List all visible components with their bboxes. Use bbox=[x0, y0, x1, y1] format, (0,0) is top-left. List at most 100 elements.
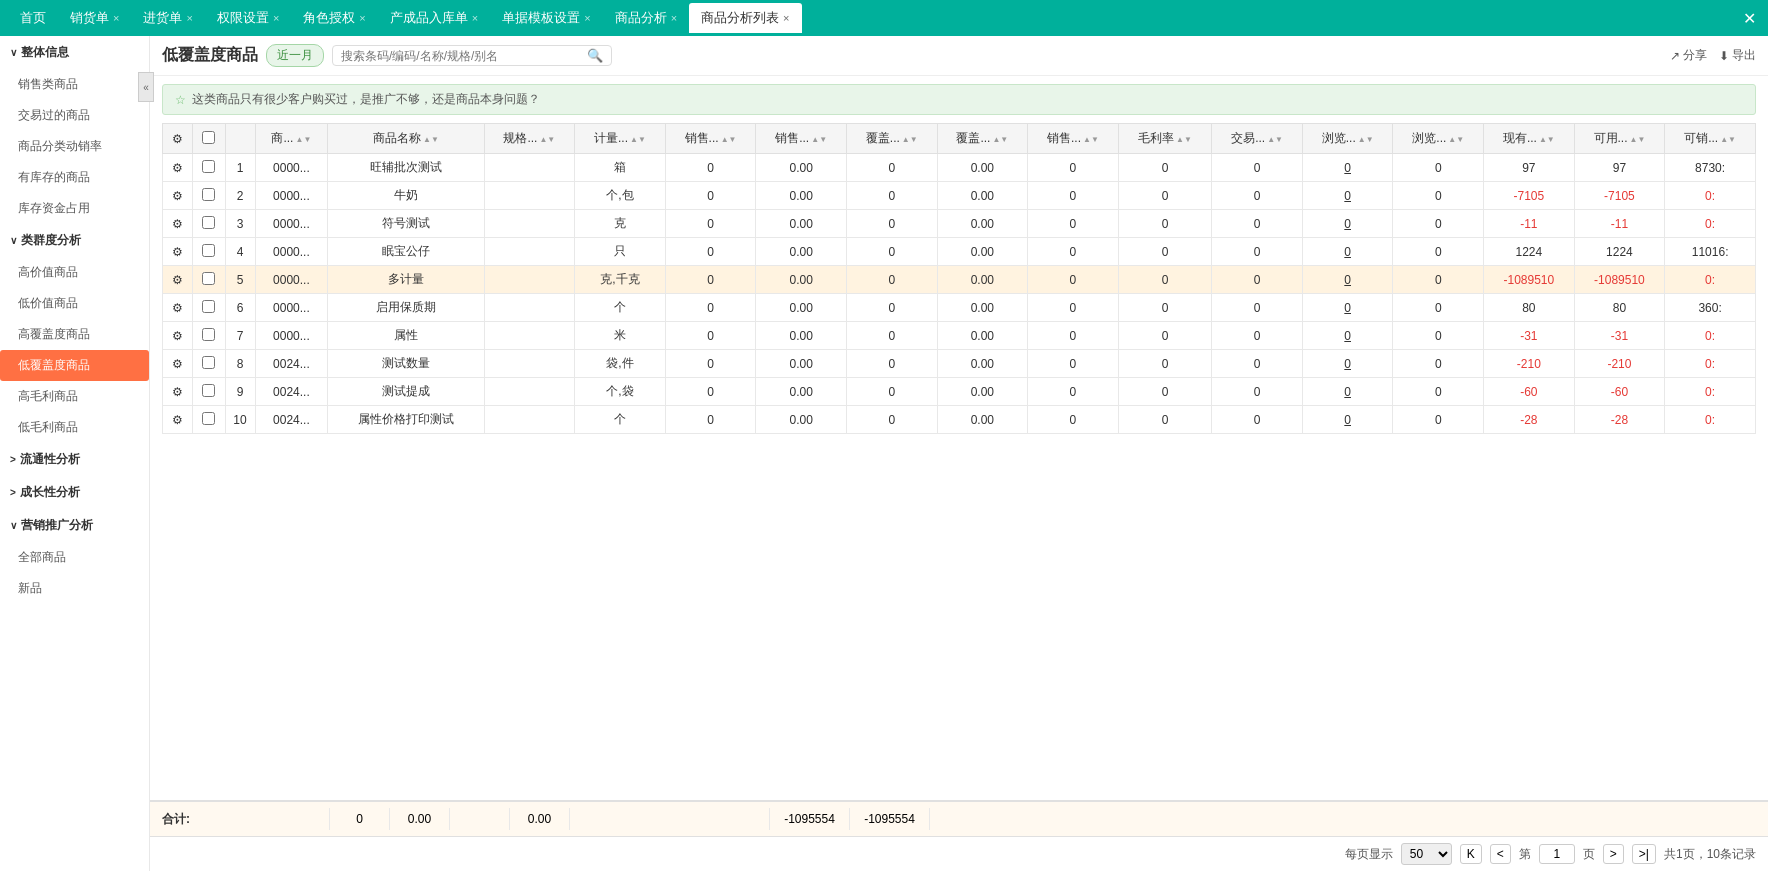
sidebar-item[interactable]: 低覆盖度商品 bbox=[0, 350, 149, 381]
table-wrapper[interactable]: ⚙商...▲▼商品名称▲▼规格...▲▼计量...▲▼销售...▲▼销售...▲… bbox=[162, 123, 1756, 800]
sidebar-item[interactable]: 低毛利商品 bbox=[0, 412, 149, 443]
tab-close-icon[interactable]: × bbox=[113, 12, 119, 24]
cell-browseLink[interactable]: 0 bbox=[1302, 266, 1393, 294]
row-settings[interactable]: ⚙ bbox=[163, 378, 193, 406]
nav-tab[interactable]: 商品分析 × bbox=[603, 3, 689, 33]
column-header-unit[interactable]: 计量...▲▼ bbox=[575, 124, 666, 154]
sidebar-item[interactable]: 销售类商品 bbox=[0, 69, 149, 100]
row-settings[interactable]: ⚙ bbox=[163, 322, 193, 350]
sort-icon[interactable]: ▲▼ bbox=[295, 135, 311, 144]
row-settings[interactable]: ⚙ bbox=[163, 210, 193, 238]
nav-tab[interactable]: 销货单 × bbox=[58, 3, 131, 33]
nav-tab[interactable]: 商品分析列表 × bbox=[689, 3, 801, 33]
export-button[interactable]: ⬇ 导出 bbox=[1719, 47, 1756, 64]
search-input[interactable] bbox=[341, 49, 587, 63]
row-checkbox[interactable] bbox=[192, 294, 225, 322]
sidebar-section-header[interactable]: >成长性分析 bbox=[0, 476, 149, 509]
column-header-settings[interactable]: ⚙ bbox=[163, 124, 193, 154]
sidebar-item[interactable]: 新品 bbox=[0, 573, 149, 604]
sidebar-collapse-button[interactable]: « bbox=[138, 72, 154, 102]
tab-close-icon[interactable]: × bbox=[783, 12, 789, 24]
sort-icon[interactable]: ▲▼ bbox=[811, 135, 827, 144]
tab-close-icon[interactable]: × bbox=[671, 12, 677, 24]
column-header-browseCount[interactable]: 浏览...▲▼ bbox=[1393, 124, 1484, 154]
sidebar-item[interactable]: 低价值商品 bbox=[0, 288, 149, 319]
sidebar-item[interactable]: 高毛利商品 bbox=[0, 381, 149, 412]
row-checkbox[interactable] bbox=[192, 350, 225, 378]
cell-browseLink[interactable]: 0 bbox=[1302, 378, 1393, 406]
column-header-salesAmt[interactable]: 销售...▲▼ bbox=[756, 124, 847, 154]
sort-icon[interactable]: ▲▼ bbox=[992, 135, 1008, 144]
column-header-grossRate[interactable]: 毛利率▲▼ bbox=[1118, 124, 1212, 154]
row-checkbox[interactable] bbox=[192, 266, 225, 294]
tab-close-icon[interactable]: × bbox=[273, 12, 279, 24]
row-checkbox[interactable] bbox=[192, 238, 225, 266]
cell-browseLink[interactable]: 0 bbox=[1302, 238, 1393, 266]
sort-icon[interactable]: ▲▼ bbox=[1083, 135, 1099, 144]
settings-icon[interactable]: ⚙ bbox=[172, 132, 183, 146]
page-input[interactable] bbox=[1539, 844, 1575, 864]
row-checkbox[interactable] bbox=[192, 406, 225, 434]
cell-browseLink[interactable]: 0 bbox=[1302, 182, 1393, 210]
column-header-checkbox[interactable] bbox=[192, 124, 225, 154]
close-all-button[interactable]: ✕ bbox=[1743, 9, 1756, 28]
sidebar-item[interactable]: 全部商品 bbox=[0, 542, 149, 573]
cell-browseLink[interactable]: 0 bbox=[1302, 406, 1393, 434]
next-page-button[interactable]: > bbox=[1603, 844, 1624, 864]
sidebar-item[interactable]: 有库存的商品 bbox=[0, 162, 149, 193]
row-settings[interactable]: ⚙ bbox=[163, 266, 193, 294]
sidebar-item[interactable]: 商品分类动销率 bbox=[0, 131, 149, 162]
select-all-checkbox[interactable] bbox=[202, 131, 215, 144]
column-header-code[interactable]: 商...▲▼ bbox=[255, 124, 328, 154]
nav-tab[interactable]: 角色授权 × bbox=[291, 3, 377, 33]
cell-browseLink[interactable]: 0 bbox=[1302, 350, 1393, 378]
column-header-no[interactable] bbox=[225, 124, 255, 154]
first-page-button[interactable]: K bbox=[1460, 844, 1482, 864]
cell-browseLink[interactable]: 0 bbox=[1302, 154, 1393, 182]
period-button[interactable]: 近一月 bbox=[266, 44, 324, 67]
sort-icon[interactable]: ▲▼ bbox=[1358, 135, 1374, 144]
sort-icon[interactable]: ▲▼ bbox=[539, 135, 555, 144]
nav-tab[interactable]: 单据模板设置 × bbox=[490, 3, 602, 33]
nav-tab[interactable]: 产成品入库单 × bbox=[378, 3, 490, 33]
row-settings[interactable]: ⚙ bbox=[163, 406, 193, 434]
row-checkbox[interactable] bbox=[192, 154, 225, 182]
share-button[interactable]: ↗ 分享 bbox=[1670, 47, 1707, 64]
cell-browseLink[interactable]: 0 bbox=[1302, 210, 1393, 238]
column-header-coverageAmt[interactable]: 覆盖...▲▼ bbox=[937, 124, 1028, 154]
row-checkbox[interactable] bbox=[192, 322, 225, 350]
row-checkbox[interactable] bbox=[192, 210, 225, 238]
sidebar-item[interactable]: 库存资金占用 bbox=[0, 193, 149, 224]
nav-tab[interactable]: 进货单 × bbox=[131, 3, 204, 33]
column-header-browseLink[interactable]: 浏览...▲▼ bbox=[1302, 124, 1393, 154]
column-header-tradeCount[interactable]: 交易...▲▼ bbox=[1212, 124, 1303, 154]
tab-close-icon[interactable]: × bbox=[186, 12, 192, 24]
sort-icon[interactable]: ▲▼ bbox=[1176, 135, 1192, 144]
row-checkbox[interactable] bbox=[192, 378, 225, 406]
sort-icon[interactable]: ▲▼ bbox=[1630, 135, 1646, 144]
sort-icon[interactable]: ▲▼ bbox=[1267, 135, 1283, 144]
sidebar-item[interactable]: 交易过的商品 bbox=[0, 100, 149, 131]
column-header-coverageQty[interactable]: 覆盖...▲▼ bbox=[846, 124, 937, 154]
column-header-salesDays[interactable]: 销售...▲▼ bbox=[1028, 124, 1119, 154]
prev-page-button[interactable]: < bbox=[1490, 844, 1511, 864]
sort-icon[interactable]: ▲▼ bbox=[1720, 135, 1736, 144]
column-header-saleableStock[interactable]: 可销...▲▼ bbox=[1665, 124, 1756, 154]
column-header-currentStock[interactable]: 现有...▲▼ bbox=[1484, 124, 1575, 154]
sort-icon[interactable]: ▲▼ bbox=[630, 135, 646, 144]
tab-close-icon[interactable]: × bbox=[359, 12, 365, 24]
sidebar-section-header[interactable]: ∨类群度分析 bbox=[0, 224, 149, 257]
tab-close-icon[interactable]: × bbox=[472, 12, 478, 24]
tab-close-icon[interactable]: × bbox=[584, 12, 590, 24]
cell-browseLink[interactable]: 0 bbox=[1302, 322, 1393, 350]
row-settings[interactable]: ⚙ bbox=[163, 238, 193, 266]
row-settings[interactable]: ⚙ bbox=[163, 182, 193, 210]
sidebar-item[interactable]: 高覆盖度商品 bbox=[0, 319, 149, 350]
row-settings[interactable]: ⚙ bbox=[163, 154, 193, 182]
column-header-salesQty[interactable]: 销售...▲▼ bbox=[665, 124, 756, 154]
sort-icon[interactable]: ▲▼ bbox=[1539, 135, 1555, 144]
per-page-select[interactable]: 2050100 bbox=[1401, 843, 1452, 865]
nav-tab[interactable]: 权限设置 × bbox=[205, 3, 291, 33]
row-settings[interactable]: ⚙ bbox=[163, 294, 193, 322]
column-header-availableStock[interactable]: 可用...▲▼ bbox=[1574, 124, 1665, 154]
